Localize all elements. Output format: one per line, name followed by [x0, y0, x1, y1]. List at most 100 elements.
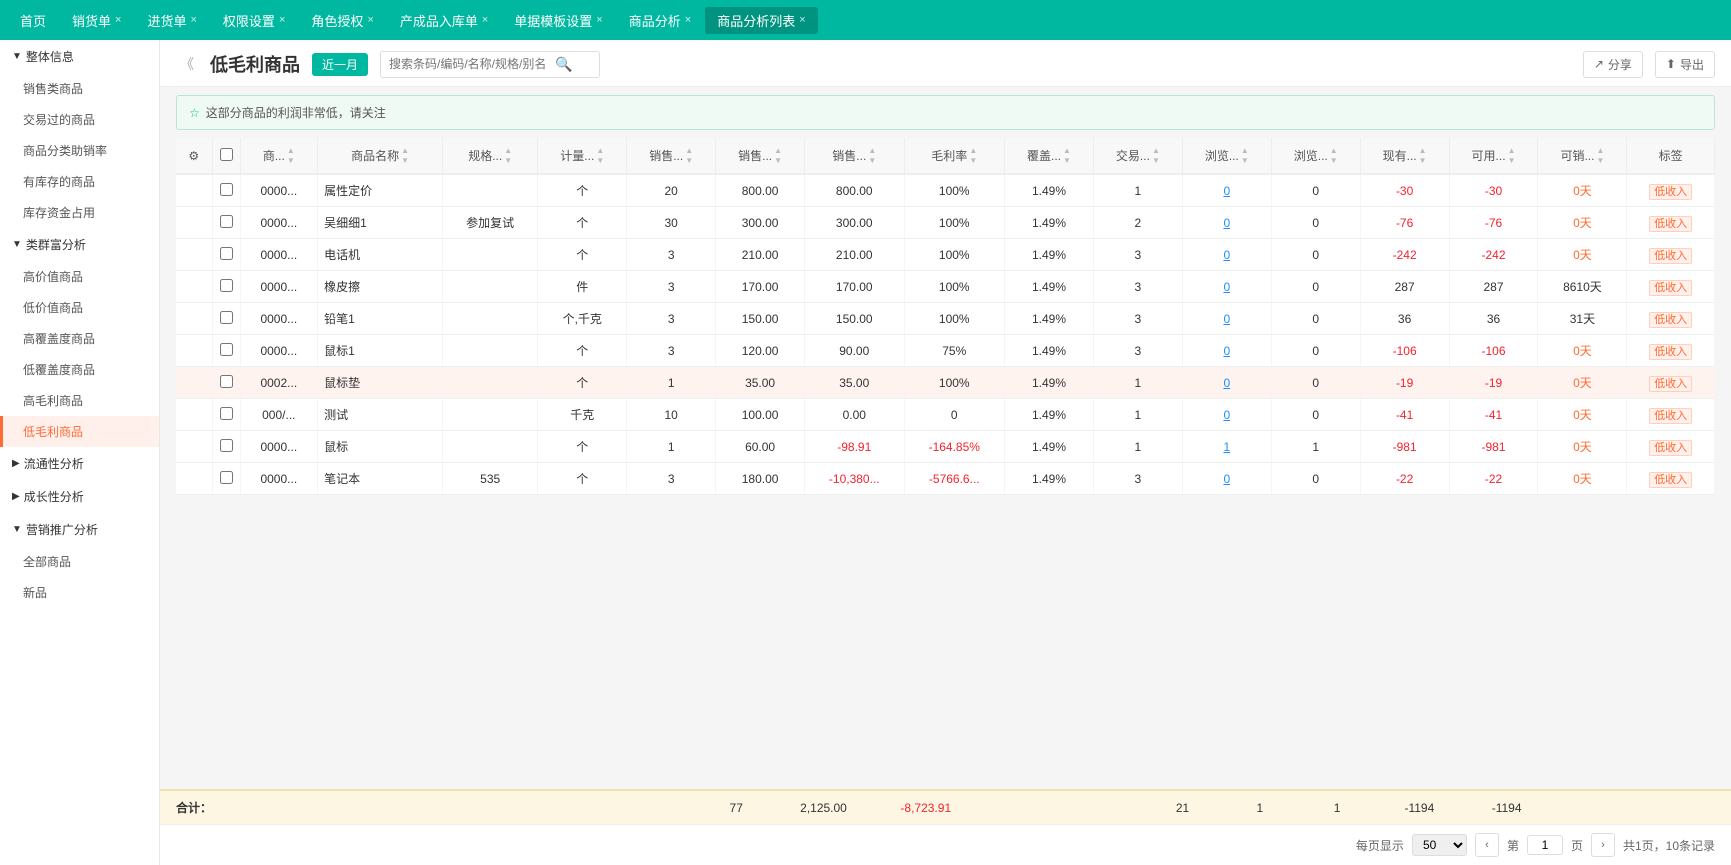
nav-purchase-order[interactable]: 进货单 ×: [135, 7, 208, 34]
nav-close-template[interactable]: ×: [596, 14, 602, 26]
sidebar-group-growth[interactable]: ▶ 成长性分析: [0, 480, 159, 513]
sidebar-item-sales-products[interactable]: 销售类商品: [0, 73, 159, 104]
sort-unit[interactable]: ▲▼: [596, 146, 604, 165]
nav-close-product[interactable]: ×: [482, 14, 488, 26]
sort-sale-amount[interactable]: ▲▼: [868, 146, 876, 165]
page-number-input[interactable]: [1527, 835, 1563, 855]
nav-permission[interactable]: 权限设置 ×: [211, 7, 297, 34]
sidebar-item-traded-products[interactable]: 交易过的商品: [0, 104, 159, 135]
sidebar-group-cluster[interactable]: ▼ 类群富分析: [0, 228, 159, 261]
row-checkbox[interactable]: [220, 311, 233, 324]
page-size-select[interactable]: 20 50 100: [1412, 834, 1467, 856]
sort-gross-margin[interactable]: ▲▼: [969, 146, 977, 165]
row-checkbox[interactable]: [220, 375, 233, 388]
td-checkbox[interactable]: [212, 207, 240, 239]
td-checkbox[interactable]: [212, 303, 240, 335]
sidebar-item-new-products[interactable]: 新品: [0, 577, 159, 608]
sidebar-item-low-coverage[interactable]: 低覆盖度商品: [0, 354, 159, 385]
th-spec: 规格...▲▼: [443, 138, 538, 174]
td-view1[interactable]: 0: [1182, 271, 1271, 303]
nav-sales-order[interactable]: 销货单 ×: [60, 7, 133, 34]
td-sale-price: 300.00: [716, 207, 805, 239]
row-checkbox[interactable]: [220, 215, 233, 228]
nav-product-entry[interactable]: 产成品入库单 ×: [388, 7, 500, 34]
collapse-sidebar-btn[interactable]: 《: [176, 50, 198, 78]
nav-home[interactable]: 首页: [8, 7, 58, 34]
td-view1[interactable]: 0: [1182, 303, 1271, 335]
sort-sellable[interactable]: ▲▼: [1596, 146, 1604, 165]
sort-view1[interactable]: ▲▼: [1241, 146, 1249, 165]
select-all-checkbox[interactable]: [220, 148, 233, 161]
row-checkbox[interactable]: [220, 407, 233, 420]
td-view1[interactable]: 1: [1182, 431, 1271, 463]
td-view1[interactable]: 0: [1182, 399, 1271, 431]
sort-code[interactable]: ▲▼: [287, 146, 295, 165]
td-checkbox[interactable]: [212, 399, 240, 431]
td-checkbox[interactable]: [212, 271, 240, 303]
sort-sale-qty[interactable]: ▲▼: [685, 146, 693, 165]
row-checkbox[interactable]: [220, 471, 233, 484]
next-page-btn[interactable]: ›: [1591, 833, 1615, 857]
th-settings[interactable]: ⚙: [176, 138, 212, 174]
sort-coverage[interactable]: ▲▼: [1063, 146, 1071, 165]
row-checkbox[interactable]: [220, 183, 233, 196]
td-code: 000/...: [240, 399, 318, 431]
td-checkbox[interactable]: [212, 463, 240, 495]
row-checkbox[interactable]: [220, 279, 233, 292]
sidebar-item-stock-capital[interactable]: 库存资金占用: [0, 197, 159, 228]
sort-available[interactable]: ▲▼: [1508, 146, 1516, 165]
sidebar-item-high-margin[interactable]: 高毛利商品: [0, 385, 159, 416]
nav-analysis-list[interactable]: 商品分析列表 ×: [705, 7, 817, 34]
sidebar-item-all-products[interactable]: 全部商品: [0, 546, 159, 577]
pagination-bar: 每页显示 20 50 100 ‹ 第 页 › 共1页，10条记录: [160, 824, 1731, 865]
row-checkbox[interactable]: [220, 439, 233, 452]
search-input[interactable]: [389, 57, 549, 71]
sort-spec[interactable]: ▲▼: [504, 146, 512, 165]
sidebar-item-high-value[interactable]: 高价值商品: [0, 261, 159, 292]
row-checkbox[interactable]: [220, 343, 233, 356]
table-wrapper[interactable]: ⚙ 商...▲▼ 商品名称▲▼ 规格...▲▼ 计量...▲▼ 销售...▲▼ …: [160, 138, 1731, 789]
td-view1[interactable]: 0: [1182, 239, 1271, 271]
table-row: 0002... 鼠标垫 个 1 35.00 35.00 100% 1.49% 1…: [176, 367, 1715, 399]
sidebar-item-low-margin[interactable]: 低毛利商品: [0, 416, 159, 447]
filter-period-btn[interactable]: 近一月: [312, 53, 368, 76]
sidebar-group-flow[interactable]: ▶ 流通性分析: [0, 447, 159, 480]
td-view1[interactable]: 0: [1182, 335, 1271, 367]
td-checkbox[interactable]: [212, 174, 240, 207]
nav-close-purchase[interactable]: ×: [190, 14, 196, 26]
td-tag: 低收入: [1627, 271, 1715, 303]
sidebar-group-marketing[interactable]: ▼ 营销推广分析: [0, 513, 159, 546]
th-checkbox[interactable]: [212, 138, 240, 174]
export-btn[interactable]: ⬆ 导出: [1655, 51, 1715, 78]
sort-view2[interactable]: ▲▼: [1330, 146, 1338, 165]
td-view1[interactable]: 0: [1182, 367, 1271, 399]
sidebar-group-overall[interactable]: ▼ 整体信息: [0, 40, 159, 73]
sort-sale-price[interactable]: ▲▼: [774, 146, 782, 165]
td-checkbox[interactable]: [212, 367, 240, 399]
sidebar-item-high-coverage[interactable]: 高覆盖度商品: [0, 323, 159, 354]
td-checkbox[interactable]: [212, 335, 240, 367]
sidebar-item-low-value[interactable]: 低价值商品: [0, 292, 159, 323]
td-sale-price: 170.00: [716, 271, 805, 303]
nav-close-analysis-list[interactable]: ×: [799, 14, 805, 26]
td-checkbox[interactable]: [212, 239, 240, 271]
nav-close-role[interactable]: ×: [367, 14, 373, 26]
nav-template[interactable]: 单据模板设置 ×: [502, 7, 614, 34]
nav-role-auth[interactable]: 角色授权 ×: [299, 7, 385, 34]
share-btn[interactable]: ↗ 分享: [1583, 51, 1643, 78]
td-view1[interactable]: 0: [1182, 174, 1271, 207]
sidebar-item-in-stock[interactable]: 有库存的商品: [0, 166, 159, 197]
sort-trade[interactable]: ▲▼: [1152, 146, 1160, 165]
sidebar-item-category-rate[interactable]: 商品分类助销率: [0, 135, 159, 166]
td-view1[interactable]: 0: [1182, 207, 1271, 239]
td-view1[interactable]: 0: [1182, 463, 1271, 495]
row-checkbox[interactable]: [220, 247, 233, 260]
nav-product-analysis[interactable]: 商品分析 ×: [617, 7, 703, 34]
td-checkbox[interactable]: [212, 431, 240, 463]
sort-name[interactable]: ▲▼: [401, 146, 409, 165]
nav-close-sales[interactable]: ×: [115, 14, 121, 26]
sort-current[interactable]: ▲▼: [1419, 146, 1427, 165]
nav-close-permission[interactable]: ×: [279, 14, 285, 26]
nav-close-analysis[interactable]: ×: [685, 14, 691, 26]
prev-page-btn[interactable]: ‹: [1475, 833, 1499, 857]
